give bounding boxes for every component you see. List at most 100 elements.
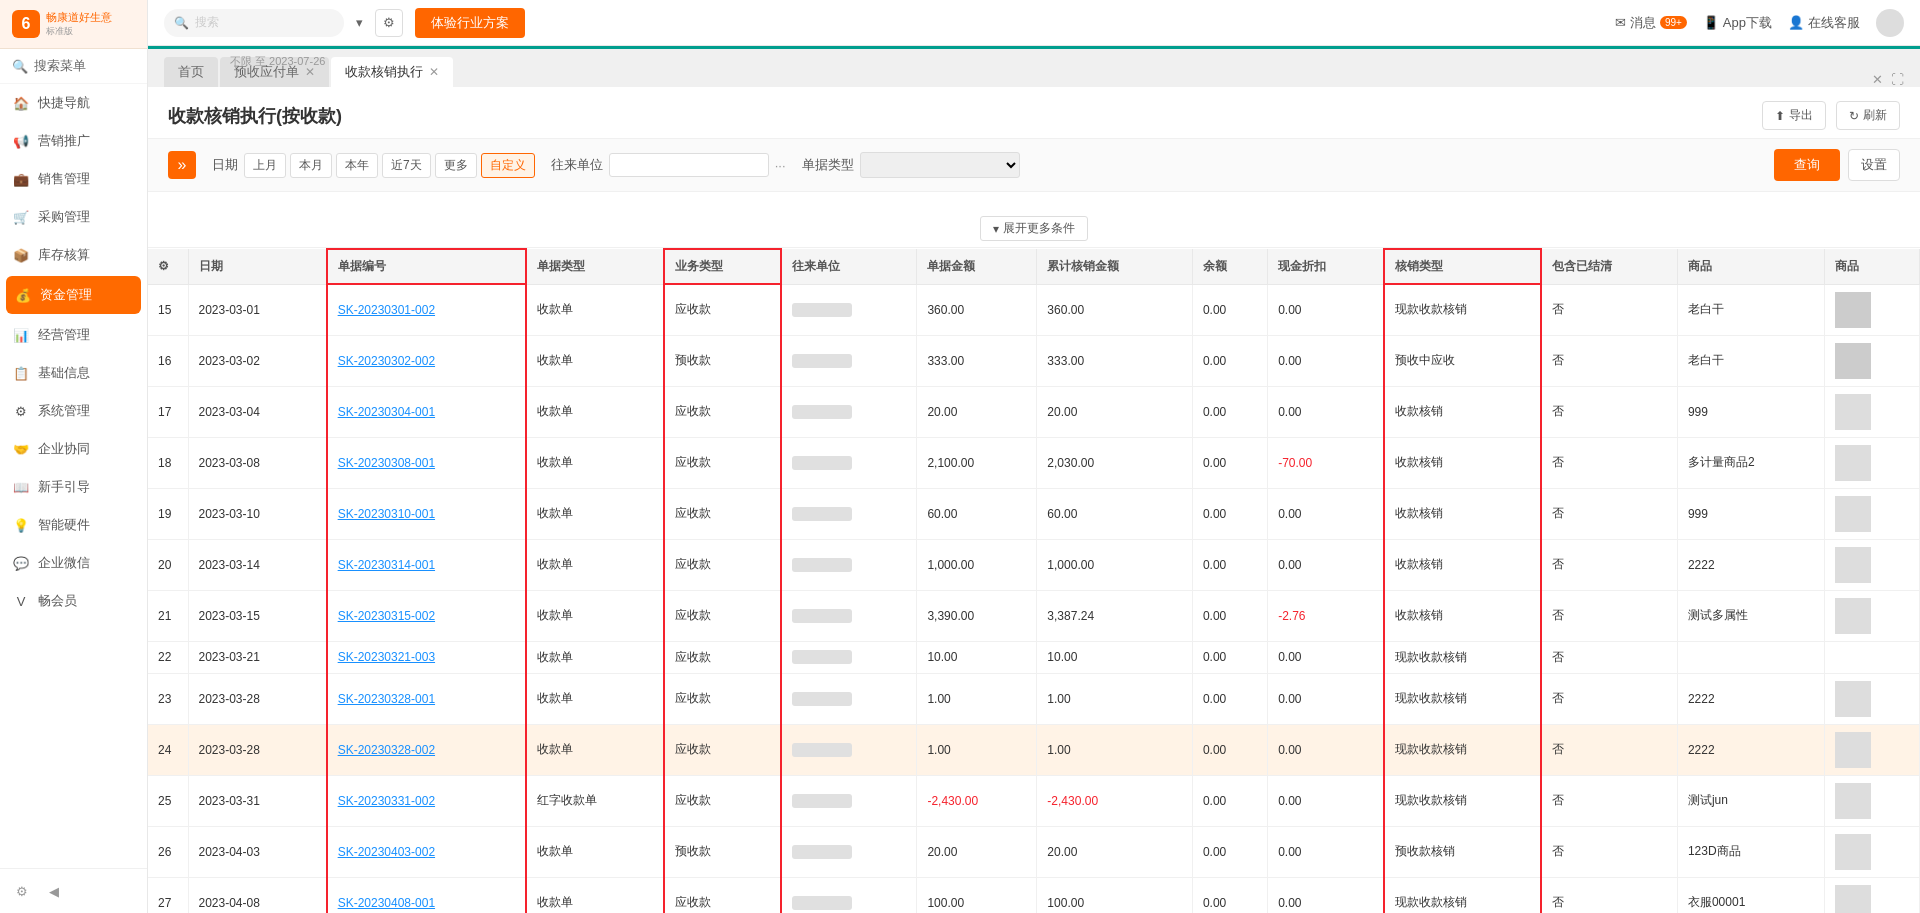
partner-input[interactable] — [609, 153, 769, 177]
topbar-search[interactable]: 🔍 搜索 — [164, 9, 344, 37]
sidebar-item-finance[interactable]: 💰 资金管理 — [6, 276, 141, 314]
query-btn[interactable]: 查询 — [1774, 149, 1840, 181]
table-container[interactable]: ⚙ 日期 单据编号 单据类型 业务类型 往来单位 单据金额 累计核销金额 余额 … — [148, 248, 1920, 913]
table-row[interactable]: 27 2023-04-08 SK-20230408-001 收款单 应收款 10… — [148, 877, 1920, 913]
doc-no-link[interactable]: SK-20230301-002 — [338, 303, 435, 317]
user-avatar[interactable] — [1876, 9, 1904, 37]
this-month-btn[interactable]: 本月 — [290, 153, 332, 178]
doc-no-link[interactable]: SK-20230310-001 — [338, 507, 435, 521]
table-row[interactable]: 21 2023-03-15 SK-20230315-002 收款单 应收款 3,… — [148, 590, 1920, 641]
cell-writeoff-type: 收款核销 — [1384, 437, 1541, 488]
hardware-label: 智能硬件 — [38, 516, 90, 534]
cell-doc-no[interactable]: SK-20230408-001 — [327, 877, 527, 913]
table-row[interactable]: 16 2023-03-02 SK-20230302-002 收款单 预收款 33… — [148, 335, 1920, 386]
sidebar-item-operations[interactable]: 📊 经营管理 — [0, 316, 147, 354]
doc-no-link[interactable]: SK-20230408-001 — [338, 896, 435, 910]
close-tab-btn[interactable]: ✕ — [1872, 72, 1883, 87]
cell-doc-no[interactable]: SK-20230310-001 — [327, 488, 527, 539]
doc-no-link[interactable]: SK-20230403-002 — [338, 845, 435, 859]
table-row[interactable]: 19 2023-03-10 SK-20230310-001 收款单 应收款 60… — [148, 488, 1920, 539]
partner-blurred — [792, 794, 852, 808]
table-row[interactable]: 20 2023-03-14 SK-20230314-001 收款单 应收款 1,… — [148, 539, 1920, 590]
doc-no-link[interactable]: SK-20230321-003 — [338, 650, 435, 664]
cell-writeoff-type: 收款核销 — [1384, 590, 1541, 641]
sidebar-item-corp[interactable]: 🤝 企业协同 — [0, 430, 147, 468]
cell-date: 2023-03-21 — [188, 641, 327, 673]
doc-no-link[interactable]: SK-20230328-002 — [338, 743, 435, 757]
sidebar-item-hardware[interactable]: 💡 智能硬件 — [0, 506, 147, 544]
search-menu-item[interactable]: 🔍 搜索菜单 — [0, 49, 147, 84]
filter-toggle-btn[interactable]: » — [168, 151, 196, 179]
cell-doc-no[interactable]: SK-20230302-002 — [327, 335, 527, 386]
doc-no-link[interactable]: SK-20230314-001 — [338, 558, 435, 572]
table-row[interactable]: 25 2023-03-31 SK-20230331-002 红字收款单 应收款 … — [148, 775, 1920, 826]
custom-date-btn[interactable]: 自定义 — [481, 153, 535, 178]
table-row[interactable]: 17 2023-03-04 SK-20230304-001 收款单 应收款 20… — [148, 386, 1920, 437]
cell-cash-discount: 0.00 — [1268, 386, 1384, 437]
sidebar-item-wechat[interactable]: 💬 企业微信 — [0, 544, 147, 582]
tab-writeoff[interactable]: 收款核销执行 ✕ — [331, 57, 453, 87]
cell-doc-no[interactable]: SK-20230403-002 — [327, 826, 527, 877]
cell-no: 23 — [148, 673, 188, 724]
date-quick-btns: 上月 本月 本年 近7天 更多 自定义 — [244, 153, 535, 178]
cell-doc-no[interactable]: SK-20230308-001 — [327, 437, 527, 488]
cell-doc-no[interactable]: SK-20230304-001 — [327, 386, 527, 437]
doctype-select[interactable] — [860, 152, 1020, 178]
table-row[interactable]: 15 2023-03-01 SK-20230301-002 收款单 应收款 36… — [148, 284, 1920, 335]
collapse-icon[interactable]: ◀ — [42, 879, 66, 903]
cell-cash-discount: 0.00 — [1268, 724, 1384, 775]
message-btn[interactable]: ✉ 消息 99+ — [1615, 14, 1687, 32]
doc-no-link[interactable]: SK-20230304-001 — [338, 405, 435, 419]
cell-biz-type: 应收款 — [664, 437, 781, 488]
tab-home[interactable]: 首页 — [164, 57, 218, 87]
last-month-btn[interactable]: 上月 — [244, 153, 286, 178]
sidebar-item-basic-info[interactable]: 📋 基础信息 — [0, 354, 147, 392]
settings-bottom-icon[interactable]: ⚙ — [10, 879, 34, 903]
this-year-btn[interactable]: 本年 — [336, 153, 378, 178]
cell-doc-no[interactable]: SK-20230315-002 — [327, 590, 527, 641]
cell-goods2 — [1824, 335, 1919, 386]
maximize-btn[interactable]: ⛶ — [1891, 72, 1904, 87]
expand-conditions-btn[interactable]: ▾ 展开更多条件 — [980, 216, 1088, 241]
last-7-days-btn[interactable]: 近7天 — [382, 153, 431, 178]
export-btn[interactable]: ⬆ 导出 — [1762, 101, 1826, 130]
cell-doc-no[interactable]: SK-20230328-001 — [327, 673, 527, 724]
sidebar-item-shortcut[interactable]: 🏠 快捷导航 — [0, 84, 147, 122]
sidebar-item-inventory[interactable]: 📦 库存核算 — [0, 236, 147, 274]
cell-doc-no[interactable]: SK-20230328-002 — [327, 724, 527, 775]
topbar-dropdown[interactable]: ▾ — [356, 15, 363, 30]
setting-btn[interactable]: 设置 — [1848, 149, 1900, 181]
cell-doc-no[interactable]: SK-20230331-002 — [327, 775, 527, 826]
refresh-btn[interactable]: ↻ 刷新 — [1836, 101, 1900, 130]
doc-no-link[interactable]: SK-20230331-002 — [338, 794, 435, 808]
sidebar-item-sales[interactable]: 💼 销售管理 — [0, 160, 147, 198]
doc-no-link[interactable]: SK-20230315-002 — [338, 609, 435, 623]
online-service-btn[interactable]: 👤 在线客服 — [1788, 14, 1860, 32]
table-row[interactable]: 22 2023-03-21 SK-20230321-003 收款单 应收款 10… — [148, 641, 1920, 673]
cell-doc-no[interactable]: SK-20230301-002 — [327, 284, 527, 335]
doc-no-link[interactable]: SK-20230302-002 — [338, 354, 435, 368]
partner-blurred — [792, 650, 852, 664]
table-row[interactable]: 18 2023-03-08 SK-20230308-001 收款单 应收款 2,… — [148, 437, 1920, 488]
topbar-gear-btn[interactable]: ⚙ — [375, 9, 403, 37]
cell-doc-no[interactable]: SK-20230314-001 — [327, 539, 527, 590]
industry-solution-btn[interactable]: 体验行业方案 — [415, 8, 525, 38]
table-row[interactable]: 26 2023-04-03 SK-20230403-002 收款单 预收款 20… — [148, 826, 1920, 877]
more-date-btn[interactable]: 更多 — [435, 153, 477, 178]
cell-partner — [781, 775, 917, 826]
doc-no-link[interactable]: SK-20230308-001 — [338, 456, 435, 470]
table-row[interactable]: 23 2023-03-28 SK-20230328-001 收款单 应收款 1.… — [148, 673, 1920, 724]
table-row[interactable]: 24 2023-03-28 SK-20230328-002 收款单 应收款 1.… — [148, 724, 1920, 775]
sidebar-item-member[interactable]: V 畅会员 — [0, 582, 147, 620]
sidebar-item-system[interactable]: ⚙ 系统管理 — [0, 392, 147, 430]
sidebar-item-purchase[interactable]: 🛒 采购管理 — [0, 198, 147, 236]
sidebar-item-marketing[interactable]: 📢 营销推广 — [0, 122, 147, 160]
cell-doc-no[interactable]: SK-20230321-003 — [327, 641, 527, 673]
th-settings[interactable]: ⚙ — [148, 249, 188, 284]
doc-no-link[interactable]: SK-20230328-001 — [338, 692, 435, 706]
sidebar-item-guide[interactable]: 📖 新手引导 — [0, 468, 147, 506]
cell-no: 24 — [148, 724, 188, 775]
app-download-btn[interactable]: 📱 App下载 — [1703, 14, 1772, 32]
tab-writeoff-close[interactable]: ✕ — [429, 65, 439, 79]
partner-blurred — [792, 456, 852, 470]
